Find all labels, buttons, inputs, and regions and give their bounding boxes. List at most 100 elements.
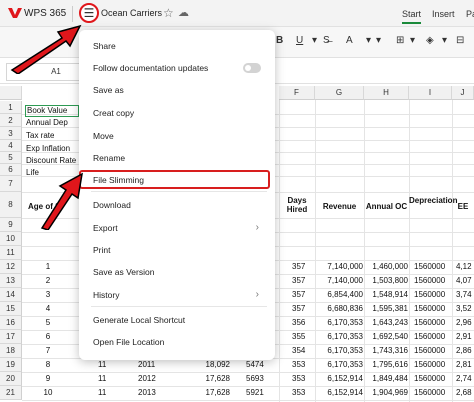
column-header-h[interactable]: H xyxy=(364,86,409,100)
cell-age[interactable]: 8 xyxy=(38,360,58,369)
column-header-i[interactable]: I xyxy=(409,86,452,100)
cell-ee[interactable]: 2,81 xyxy=(456,360,474,369)
document-name[interactable]: Ocean Carriers xyxy=(101,8,162,18)
cell-age[interactable]: 6 xyxy=(38,332,58,341)
cell-ee[interactable]: 2,86 xyxy=(456,346,474,355)
cell-a4[interactable]: Exp Inflation xyxy=(26,144,70,153)
cell-depreciation[interactable]: 1560000 xyxy=(414,290,450,299)
font-color-icon[interactable]: A xyxy=(346,35,353,46)
cell-annual-oc[interactable]: 1,904,969 xyxy=(366,388,408,397)
cell-annual-oc[interactable]: 1,548,914 xyxy=(366,290,408,299)
cell-age[interactable]: 5 xyxy=(38,318,58,327)
menu-item-share[interactable]: Share xyxy=(79,36,275,56)
cloud-sync-icon[interactable]: ☁ xyxy=(178,6,189,19)
row-header-6[interactable]: 6 xyxy=(0,164,22,176)
cell-days-hired[interactable]: 357 xyxy=(292,290,314,299)
cell-days-hired[interactable]: 353 xyxy=(292,360,314,369)
row-header-10[interactable]: 10 xyxy=(0,232,22,246)
row-header-8[interactable]: 8 xyxy=(0,192,22,218)
row-header-18[interactable]: 18 xyxy=(0,344,22,358)
cell-age[interactable]: 4 xyxy=(38,304,58,313)
row-header-7[interactable]: 7 xyxy=(0,176,22,192)
menu-item-download[interactable]: Download xyxy=(79,195,275,215)
cell-age[interactable]: 9 xyxy=(38,374,58,383)
cell-e2[interactable]: 5921 xyxy=(246,388,270,397)
hamburger-menu-button[interactable]: ☰ xyxy=(79,3,99,23)
cell-days-hired[interactable]: 356 xyxy=(292,318,314,327)
cell-days-hired[interactable]: 353 xyxy=(292,374,314,383)
cell-depreciation[interactable]: 1560000 xyxy=(414,304,450,313)
row-header-12[interactable]: 12 xyxy=(0,260,22,274)
row-header-16[interactable]: 16 xyxy=(0,316,22,330)
star-icon[interactable]: ☆ xyxy=(163,6,174,20)
cell-age[interactable]: 10 xyxy=(38,388,58,397)
row-header-14[interactable]: 14 xyxy=(0,288,22,302)
tab-page[interactable]: Pa xyxy=(466,9,474,19)
row-header-9[interactable]: 9 xyxy=(0,218,22,232)
row-header-17[interactable]: 17 xyxy=(0,330,22,344)
cell-revenue[interactable]: 6,152,914 xyxy=(318,374,363,383)
cell-ee[interactable]: 3,74 xyxy=(456,290,474,299)
cell-a3[interactable]: Tax rate xyxy=(26,131,54,140)
menu-item-generate-local-shortcut[interactable]: Generate Local Shortcut xyxy=(79,310,275,330)
underline-dropdown-icon[interactable]: ▾ xyxy=(312,35,317,46)
tab-insert[interactable]: Insert xyxy=(432,9,455,19)
cell-depreciation[interactable]: 1560000 xyxy=(414,276,450,285)
row-header-2[interactable]: 2 xyxy=(0,114,22,127)
cell-revenue[interactable]: 7,140,000 xyxy=(318,276,363,285)
row-header-13[interactable]: 13 xyxy=(0,274,22,288)
cell-year[interactable]: 2011 xyxy=(138,360,162,369)
select-all-corner[interactable] xyxy=(0,86,22,100)
row-header-5[interactable]: 5 xyxy=(0,152,22,164)
cell-days-hired[interactable]: 357 xyxy=(292,304,314,313)
cell-ee[interactable]: 2,96 xyxy=(456,318,474,327)
cell-annual-oc[interactable]: 1,795,616 xyxy=(366,360,408,369)
cell-annual-oc[interactable]: 1,643,243 xyxy=(366,318,408,327)
menu-item-follow-documentation-updates[interactable]: Follow documentation updates xyxy=(79,58,275,78)
cell-ee[interactable]: 2,74 xyxy=(456,374,474,383)
cell-annual-oc[interactable]: 1,849,484 xyxy=(366,374,408,383)
cell-age[interactable]: 2 xyxy=(38,276,58,285)
cell-depreciation[interactable]: 1560000 xyxy=(414,262,450,271)
cell-age[interactable]: 3 xyxy=(38,290,58,299)
cell-e2[interactable]: 5474 xyxy=(246,360,270,369)
column-header-j[interactable]: J xyxy=(452,86,474,100)
cell-revenue[interactable]: 6,170,353 xyxy=(318,346,363,355)
cell-days-hired[interactable]: 354 xyxy=(292,346,314,355)
cell-depreciation[interactable]: 1560000 xyxy=(414,332,450,341)
cell-age[interactable]: 1 xyxy=(38,262,58,271)
cell-ee[interactable]: 2,91 xyxy=(456,332,474,341)
tab-start[interactable]: Start xyxy=(402,9,421,19)
cell-days-hired[interactable]: 353 xyxy=(292,388,314,397)
cell-depreciation[interactable]: 1560000 xyxy=(414,318,450,327)
cell-ee[interactable]: 3,52 xyxy=(456,304,474,313)
borders-icon[interactable]: ⊞ xyxy=(396,35,404,46)
cell-c[interactable]: 11 xyxy=(98,374,112,383)
row-header-11[interactable]: 11 xyxy=(0,246,22,260)
cell-age[interactable]: 7 xyxy=(38,346,58,355)
cell-annual-oc[interactable]: 1,692,540 xyxy=(366,332,408,341)
cell-a1[interactable]: Book Value xyxy=(25,105,79,117)
row-header-1[interactable]: 1 xyxy=(0,101,22,114)
row-header-4[interactable]: 4 xyxy=(0,140,22,152)
cell-depreciation[interactable]: 1560000 xyxy=(414,374,450,383)
cell-year[interactable]: 2012 xyxy=(138,374,162,383)
cell-e2[interactable]: 5693 xyxy=(246,374,270,383)
menu-item-export[interactable]: Export › xyxy=(79,218,275,238)
cell-ee[interactable]: 4,12 xyxy=(456,262,474,271)
header-ee[interactable]: EE xyxy=(452,202,474,211)
cell-revenue[interactable]: 6,680,836 xyxy=(318,304,363,313)
cell-ee[interactable]: 4,07 xyxy=(456,276,474,285)
cell-revenue[interactable]: 6,170,353 xyxy=(318,332,363,341)
cell-ee[interactable]: 2,68 xyxy=(456,388,474,397)
cell-e[interactable]: 17,628 xyxy=(202,374,230,383)
column-header-f[interactable]: F xyxy=(279,86,315,100)
row-header-15[interactable]: 15 xyxy=(0,302,22,316)
menu-item-creat-copy[interactable]: Creat copy xyxy=(79,103,275,123)
font-color-dropdown-icon[interactable]: ▾ xyxy=(366,35,371,46)
menu-item-history[interactable]: History › xyxy=(79,285,275,305)
cell-annual-oc[interactable]: 1,595,381 xyxy=(366,304,408,313)
cell-revenue[interactable]: 6,152,914 xyxy=(318,388,363,397)
menu-item-rename[interactable]: Rename xyxy=(79,148,275,168)
header-annual-oc[interactable]: Annual OC xyxy=(364,202,409,211)
